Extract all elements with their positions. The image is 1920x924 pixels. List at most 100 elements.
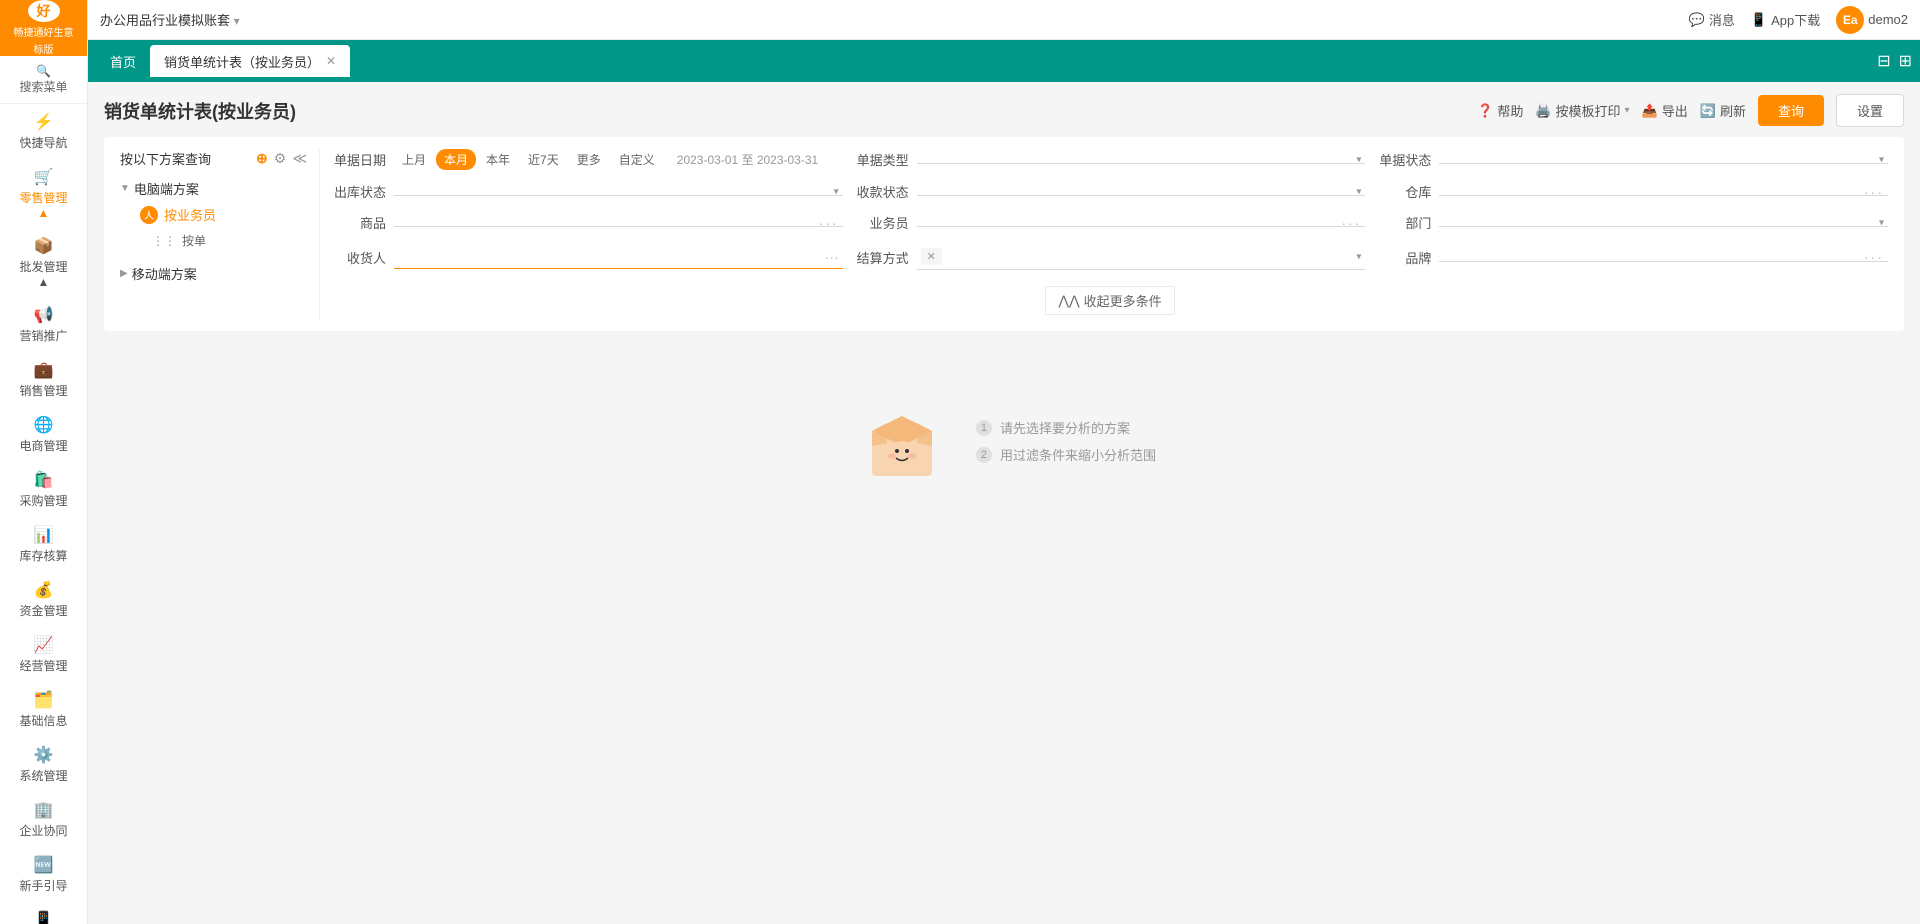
query-btn[interactable]: 查询 [1758,95,1824,126]
sidebar-item-system[interactable]: ⚙️ 系统管理 [0,737,87,792]
filter-field-docstatus: 单据状态 ▾ [1377,150,1888,169]
outstatus-control[interactable]: ▾ [394,187,843,196]
date-tab-this-year[interactable]: 本年 [478,149,518,170]
minimize-btn[interactable]: ⊟ [1877,51,1890,71]
filter-row-3: 商品 ··· 业务员 [332,213,1888,232]
consignee-input[interactable] [394,245,843,269]
main-area: 办公用品行业模拟账套 ▾ 💬 消息 📱 App下载 Ea demo2 首页 销货… [88,0,1920,924]
goods-select[interactable]: ··· [394,218,843,227]
sidebar-item-appcenter[interactable]: 📱 应用中心 [0,902,87,924]
goods-control[interactable]: ··· [394,218,843,227]
settlement-tag-close[interactable]: ✕ [927,250,936,263]
doctype-chevron-icon: ▾ [1356,154,1361,165]
sidebar-item-operations[interactable]: 📈 经营管理 [0,627,87,682]
doctype-select[interactable]: ▾ [917,155,1366,164]
mobile-scheme-arrow: ▶ [120,268,128,279]
sidebar-item-sales[interactable]: 💼 销售管理 [0,352,87,407]
filter-field-date: 单据日期 上月 本月 本年 近7天 更多 自定义 [332,149,843,170]
doctype-control[interactable]: ▾ [917,155,1366,164]
left-panel-actions: ⊕ ⚙ ≪ [256,150,307,167]
newuser-icon: 🆕 [34,855,54,875]
add-scheme-btn[interactable]: ⊕ [256,150,268,167]
filter-field-goods: 商品 ··· [332,213,843,232]
sidebar-item-newuser[interactable]: 🆕 新手引导 [0,847,87,902]
tab-home[interactable]: 首页 [96,45,150,77]
sidebar-search[interactable]: 🔍 搜索菜单 [0,56,87,104]
settings-scheme-btn[interactable]: ⚙ [274,150,287,167]
help-icon: ❓ [1477,103,1493,119]
app-download-icon: 📱 [1751,12,1767,28]
logo-subtext: 标版 [34,41,54,56]
print-btn[interactable]: 🖨️ 按模板打印 ▾ [1535,101,1629,120]
message-btn[interactable]: 💬 消息 [1689,10,1735,29]
salesman-control[interactable]: ··· [917,218,1366,227]
maximize-btn[interactable]: ⊞ [1899,51,1912,71]
brand-control[interactable]: ··· [1439,253,1888,262]
outstatus-select[interactable]: ▾ [394,187,843,196]
brand-dots-icon: ··· [1864,249,1884,265]
brand-select[interactable]: ··· [1439,253,1888,262]
refresh-btn[interactable]: 🔄 刷新 [1700,101,1746,120]
date-tab-custom[interactable]: 自定义 [611,149,663,170]
empty-illustration [852,391,952,491]
user-profile-btn[interactable]: Ea demo2 [1836,6,1908,34]
window-btns: ⊟ ⊞ [1877,51,1912,71]
recvstatus-control[interactable]: ▾ [917,187,1366,196]
settlement-select[interactable]: ✕ ▾ [917,244,1366,270]
enterprise-icon: 🏢 [34,800,54,820]
warehouse-select[interactable]: ··· [1439,187,1888,196]
desktop-scheme-header[interactable]: ▼ 电脑端方案 [120,176,307,201]
sidebar-item-wholesale[interactable]: 📦 批发管理 ▲ [0,228,87,297]
dept-control[interactable]: ▾ [1439,218,1888,227]
sidebar-item-purchase[interactable]: 🛍️ 采购管理 [0,462,87,517]
sidebar-item-finance[interactable]: 💰 资金管理 [0,572,87,627]
sidebar-item-ecommerce[interactable]: 🌐 电商管理 [0,407,87,462]
date-tab-last7[interactable]: 近7天 [520,149,567,170]
salesman-select[interactable]: ··· [917,218,1366,227]
outstatus-chevron-icon: ▾ [834,186,839,197]
filter-field-settlement: 结算方式 ✕ ▾ [855,244,1366,270]
warehouse-control[interactable]: ··· [1439,187,1888,196]
scheme-item-salesman[interactable]: 人 按业务员 [120,201,307,228]
sidebar-item-quicknav[interactable]: ⚡ 快捷导航 [0,104,87,159]
scheme-sub-item-order[interactable]: ⋮⋮ 按单 [120,228,307,253]
docstatus-select[interactable]: ▾ [1439,155,1888,164]
sidebar-item-enterprise[interactable]: 🏢 企业协同 [0,792,87,847]
scheme-icon-salesman: 人 [140,206,158,224]
tab-sales-stat[interactable]: 销货单统计表（按业务员） ✕ [150,45,350,77]
collapse-scheme-btn[interactable]: ≪ [292,150,307,167]
topbar-dropdown[interactable]: ▾ [234,14,240,28]
page-header: 销货单统计表(按业务员) ❓ 帮助 🖨️ 按模板打印 ▾ 📤 导出 🔄 刷 [104,94,1904,127]
docstatus-control[interactable]: ▾ [1439,155,1888,164]
marketing-icon: 📢 [34,305,54,325]
empty-area: 1 请先选择要分析的方案 2 用过滤条件来缩小分析范围 [104,331,1904,551]
sidebar-item-retail[interactable]: 🛒 零售管理 ▲ [0,159,87,228]
date-range-text: 2023-03-01 至 2023-03-31 [677,151,818,168]
sidebar-item-basics[interactable]: 🗂️ 基础信息 [0,682,87,737]
date-tabs: 上月 本月 本年 近7天 更多 自定义 [394,149,663,170]
export-btn[interactable]: 📤 导出 [1642,101,1688,120]
refresh-icon: 🔄 [1700,103,1716,119]
date-tab-this-month[interactable]: 本月 [436,149,476,170]
recvstatus-select[interactable]: ▾ [917,187,1366,196]
settlement-control[interactable]: ✕ ▾ [917,244,1366,270]
finance-icon: 💰 [34,580,54,600]
dept-select[interactable]: ▾ [1439,218,1888,227]
purchase-icon: 🛍️ [34,470,54,490]
settings-btn[interactable]: 设置 [1836,94,1904,127]
print-dropdown-icon[interactable]: ▾ [1625,105,1630,116]
date-tab-more[interactable]: 更多 [569,149,609,170]
empty-svg-icon [852,391,952,491]
collapse-btn[interactable]: ⋀⋀ 收起更多条件 [1045,286,1174,315]
mobile-scheme-group: ▶ 移动端方案 [120,261,307,286]
consignee-control[interactable]: ··· [394,245,843,269]
sidebar-item-marketing[interactable]: 📢 营销推广 [0,297,87,352]
help-btn[interactable]: ❓ 帮助 [1477,101,1523,120]
mobile-scheme-header[interactable]: ▶ 移动端方案 [120,261,307,286]
tab-close-btn[interactable]: ✕ [326,54,336,68]
sidebar-item-inventory[interactable]: 📊 库存核算 [0,517,87,572]
filter-row-1: 单据日期 上月 本月 本年 近7天 更多 自定义 [332,149,1888,170]
logo-icon: 好 [28,0,60,22]
app-download-btn[interactable]: 📱 App下载 [1751,10,1820,29]
date-tab-last-month[interactable]: 上月 [394,149,434,170]
